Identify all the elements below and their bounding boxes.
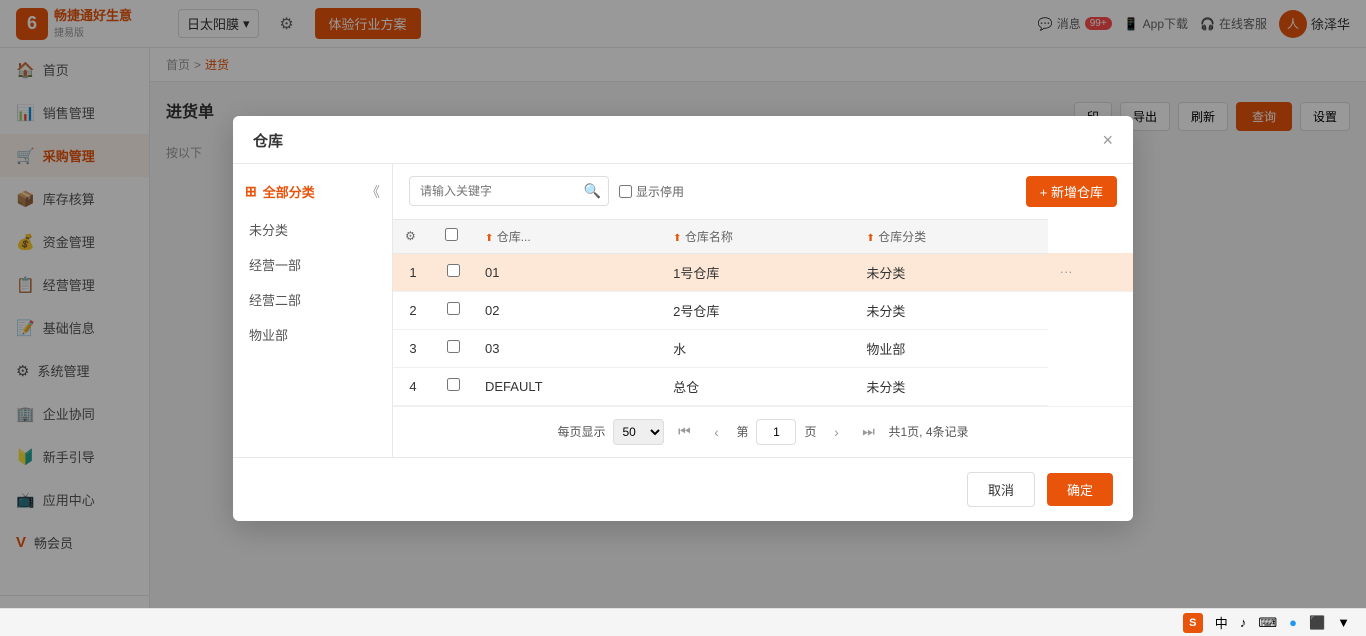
col-code-label: 仓库...	[497, 230, 531, 244]
category-item-property[interactable]: 物业部	[233, 317, 392, 352]
show-disabled-text: 显示停用	[636, 183, 684, 200]
col-settings: ⚙	[393, 219, 433, 253]
row-category: 未分类	[854, 253, 1047, 291]
statusbar-arrow[interactable]: ▼	[1337, 615, 1350, 630]
category-all[interactable]: ⊞ 全部分类	[245, 182, 315, 201]
collapse-button[interactable]: 《	[366, 182, 380, 202]
row-category: 物业部	[854, 329, 1047, 367]
pagination: 每页显示 50 10 20 100 ⏮ ‹ 第 页 › ⏭ 共1页, 4条记录	[393, 406, 1133, 457]
cancel-button[interactable]: 取消	[967, 472, 1035, 507]
page-number-input[interactable]	[756, 419, 796, 445]
confirm-button[interactable]: 确定	[1047, 473, 1113, 506]
row-code: DEFAULT	[473, 367, 661, 405]
search-icon[interactable]: 🔍	[584, 183, 601, 200]
category-item-unclassified[interactable]: 未分类	[233, 212, 392, 247]
per-page-select[interactable]: 50 10 20 100	[613, 419, 664, 445]
show-disabled-label[interactable]: 显示停用	[619, 183, 684, 200]
col-name-label: 仓库名称	[685, 230, 733, 244]
next-page-button[interactable]: ›	[825, 420, 849, 444]
statusbar: S 中 ♪ ⌨ ● ⬛ ▼	[0, 608, 1366, 636]
sort-category-icon[interactable]: ⬆	[866, 233, 874, 244]
last-page-button[interactable]: ⏭	[857, 420, 881, 444]
row-checkbox[interactable]	[433, 329, 473, 367]
dialog-header: 仓库 ×	[233, 116, 1133, 164]
row-index: 3	[393, 329, 433, 367]
row-checkbox[interactable]	[433, 367, 473, 405]
close-icon[interactable]: ×	[1102, 131, 1113, 149]
statusbar-keyboard[interactable]: ⌨	[1258, 615, 1277, 631]
col-name-header: ⬆ 仓库名称	[661, 219, 854, 253]
dialog-body: ⊞ 全部分类 《 未分类 经营一部 经营二部 物业部 🔍	[233, 164, 1133, 457]
row-code: 03	[473, 329, 661, 367]
show-disabled-checkbox[interactable]	[619, 185, 632, 198]
row-category: 未分类	[854, 367, 1047, 405]
category-item-dept1[interactable]: 经营一部	[233, 247, 392, 282]
row-name: 总仓	[661, 367, 854, 405]
first-page-button[interactable]: ⏮	[672, 420, 696, 444]
per-page-label: 每页显示	[557, 423, 605, 440]
category-panel: ⊞ 全部分类 《 未分类 经营一部 经营二部 物业部	[233, 164, 393, 457]
warehouse-dialog: 仓库 × ⊞ 全部分类 《 未分类 经营一部 经营二部 物业部	[233, 116, 1133, 521]
grid-icon: ⊞	[245, 183, 257, 200]
table-row[interactable]: 4 DEFAULT 总仓 未分类	[393, 367, 1133, 405]
category-item-dept2[interactable]: 经营二部	[233, 282, 392, 317]
row-index: 4	[393, 367, 433, 405]
table-row[interactable]: 2 02 2号仓库 未分类	[393, 291, 1133, 329]
category-all-label: 全部分类	[263, 182, 315, 201]
sort-name-icon[interactable]: ⬆	[673, 233, 681, 244]
dialog-footer: 取消 确定	[233, 457, 1133, 521]
page-unit: 页	[804, 423, 816, 440]
statusbar-circle: ●	[1289, 615, 1297, 630]
statusbar-chinese[interactable]: 中	[1215, 613, 1228, 632]
row-category: 未分类	[854, 291, 1047, 329]
row-name: 2号仓库	[661, 291, 854, 329]
warehouse-table: ⚙ ⬆ 仓库... ⬆	[393, 219, 1133, 406]
row-name: 1号仓库	[661, 253, 854, 291]
table-settings-icon[interactable]: ⚙	[405, 229, 416, 243]
row-name: 水	[661, 329, 854, 367]
col-code-header: ⬆ 仓库...	[473, 219, 661, 253]
sort-code-icon[interactable]: ⬆	[485, 233, 493, 244]
category-header: ⊞ 全部分类 《	[233, 176, 392, 212]
prev-page-button[interactable]: ‹	[704, 420, 728, 444]
col-checkbox-header	[433, 219, 473, 253]
select-all-checkbox[interactable]	[445, 228, 458, 241]
row-checkbox[interactable]	[433, 291, 473, 329]
statusbar-square: ⬛	[1309, 615, 1325, 631]
row-index: 2	[393, 291, 433, 329]
total-text: 共1页, 4条记录	[889, 423, 969, 440]
statusbar-sound[interactable]: ♪	[1240, 615, 1247, 630]
col-category-header: ⬆ 仓库分类	[854, 219, 1047, 253]
modal-overlay: 仓库 × ⊞ 全部分类 《 未分类 经营一部 经营二部 物业部	[0, 0, 1366, 636]
row-index: 1	[393, 253, 433, 291]
row-action[interactable]: ···	[1048, 253, 1133, 291]
page-label: 第	[736, 423, 748, 440]
search-input[interactable]	[409, 176, 609, 206]
row-checkbox[interactable]	[433, 253, 473, 291]
table-panel: 🔍 显示停用 + 新增仓库 ⚙	[393, 164, 1133, 457]
search-input-wrap: 🔍	[409, 176, 609, 206]
col-category-label: 仓库分类	[878, 230, 926, 244]
s-logo: S	[1183, 613, 1203, 633]
table-row[interactable]: 3 03 水 物业部	[393, 329, 1133, 367]
table-row[interactable]: 1 01 1号仓库 未分类 ···	[393, 253, 1133, 291]
table-toolbar: 🔍 显示停用 + 新增仓库	[393, 164, 1133, 219]
row-code: 02	[473, 291, 661, 329]
add-warehouse-button[interactable]: + 新增仓库	[1026, 176, 1117, 207]
row-code: 01	[473, 253, 661, 291]
dialog-title: 仓库	[253, 130, 283, 151]
